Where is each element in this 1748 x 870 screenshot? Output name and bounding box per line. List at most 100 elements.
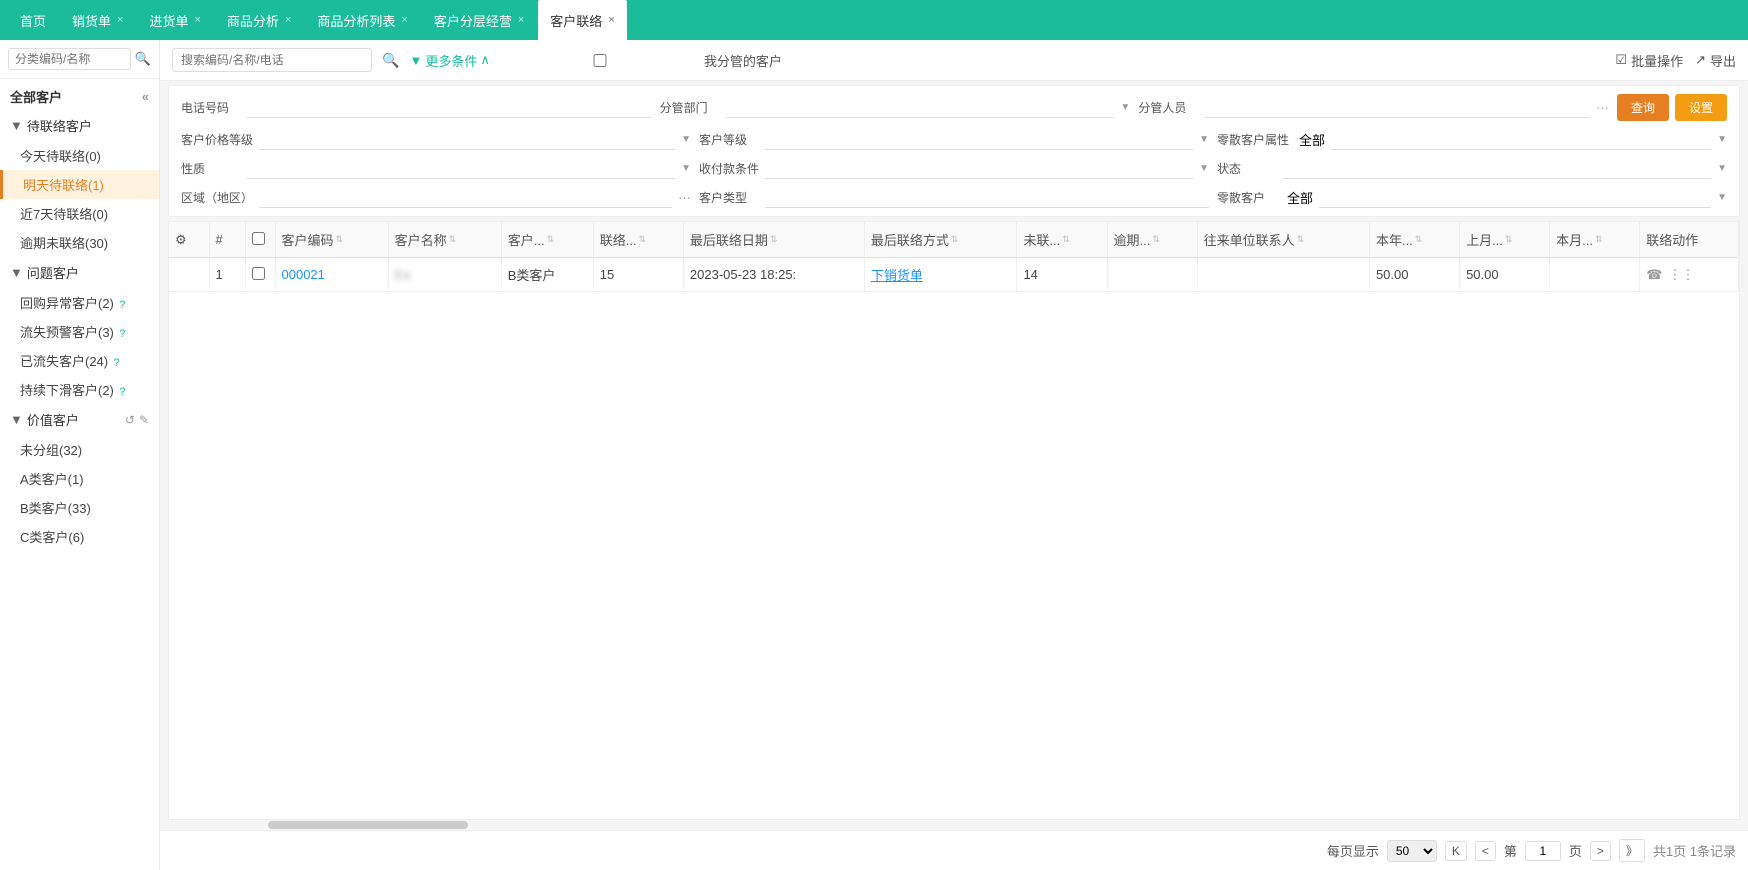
retail-attr-input[interactable] xyxy=(1331,129,1711,150)
phone-input[interactable] xyxy=(247,97,652,118)
th-this-year[interactable]: 本年... ⇅ xyxy=(1369,222,1459,258)
sort-this-month-icon[interactable]: ⇅ xyxy=(1595,234,1603,245)
nav-tab-sales[interactable]: 销货单 × xyxy=(60,0,135,40)
td-last-contact-method[interactable]: 下销货单 xyxy=(864,258,1017,292)
price-grade-input[interactable] xyxy=(259,129,675,150)
th-checkbox[interactable] xyxy=(245,222,275,258)
main-search-icon[interactable]: 🔍 xyxy=(382,52,399,69)
settings-button[interactable]: 设置 xyxy=(1675,94,1727,121)
sidebar-item-a-class[interactable]: A类客户(1) xyxy=(0,464,159,493)
nav-tab-analysis[interactable]: 商品分析 × xyxy=(215,0,303,40)
retail-dropdown-icon[interactable]: ▼ xyxy=(1717,192,1727,203)
sort-company-contact-icon[interactable]: ⇅ xyxy=(1297,234,1305,245)
sidebar-item-overdue[interactable]: 逾期未联络(30) xyxy=(0,228,159,257)
type-input[interactable] xyxy=(765,187,1209,208)
prev-page-btn[interactable]: < xyxy=(1475,841,1496,861)
value-group-header[interactable]: ▼ 价值客户 ↺ ✎ xyxy=(0,404,159,435)
dept-dropdown-icon[interactable]: ▼ xyxy=(1120,102,1130,113)
sidebar-search-input[interactable] xyxy=(8,48,131,70)
first-page-btn[interactable]: K xyxy=(1445,841,1467,861)
sidebar-item-lost[interactable]: 已流失客户(24) ? xyxy=(0,346,159,375)
status-dropdown-icon[interactable]: ▼ xyxy=(1717,163,1727,174)
sidebar-search-icon[interactable]: 🔍 xyxy=(135,51,151,67)
sidebar-item-repurchase[interactable]: 回购异常客户(2) ? xyxy=(0,288,159,317)
close-customer-contact-tab[interactable]: × xyxy=(608,14,614,26)
td-code[interactable]: 000021 xyxy=(275,258,388,292)
nav-tab-customer-layer[interactable]: 客户分层经营 × xyxy=(422,0,536,40)
sort-contact-icon[interactable]: ⇅ xyxy=(639,234,647,245)
sidebar-item-b-class[interactable]: B类客户(33) xyxy=(0,493,159,522)
sort-method-icon[interactable]: ⇅ xyxy=(951,234,959,245)
payment-input[interactable] xyxy=(765,158,1193,179)
region-dots-icon[interactable]: ··· xyxy=(678,190,691,205)
action-phone-icon[interactable]: ☎ xyxy=(1646,267,1662,283)
th-this-month[interactable]: 本月... ⇅ xyxy=(1550,222,1640,258)
th-type[interactable]: 客户... ⇅ xyxy=(501,222,593,258)
sort-date-icon[interactable]: ⇅ xyxy=(770,234,778,245)
th-last-contact-date[interactable]: 最后联络日期 ⇅ xyxy=(683,222,864,258)
th-settings[interactable]: ⚙ xyxy=(169,222,209,258)
pending-group-header[interactable]: ▼ 待联络客户 xyxy=(0,110,159,141)
collapse-icon[interactable]: « xyxy=(142,89,149,104)
per-page-select[interactable]: 50 100 200 xyxy=(1387,840,1437,862)
status-input[interactable] xyxy=(1283,158,1711,179)
sort-code-icon[interactable]: ⇅ xyxy=(336,234,344,245)
th-code[interactable]: 客户编码 ⇅ xyxy=(275,222,388,258)
th-contact[interactable]: 联络... ⇅ xyxy=(593,222,683,258)
close-sales-tab[interactable]: × xyxy=(117,14,123,26)
nav-tab-customer-contact[interactable]: 客户联络 × xyxy=(538,0,626,40)
nature-input[interactable] xyxy=(247,158,675,179)
sidebar-item-ungrouped[interactable]: 未分组(32) xyxy=(0,435,159,464)
problem-group-header[interactable]: ▼ 问题客户 xyxy=(0,257,159,288)
batch-ops-btn[interactable]: ☑ 批量操作 xyxy=(1615,51,1683,70)
table-scrollbar[interactable] xyxy=(168,820,1740,830)
scrollbar-thumb[interactable] xyxy=(268,821,468,829)
retail-attr-dropdown-icon[interactable]: ▼ xyxy=(1717,134,1727,145)
more-filters-btn[interactable]: ▼ 更多条件 ∧ xyxy=(409,51,489,70)
close-analysis-list-tab[interactable]: × xyxy=(401,14,407,26)
sidebar-item-tomorrow[interactable]: 明天待联络(1) xyxy=(0,170,159,199)
sort-type-icon[interactable]: ⇅ xyxy=(547,234,555,245)
all-customers-title[interactable]: 全部客户 « xyxy=(0,79,159,110)
sort-this-year-icon[interactable]: ⇅ xyxy=(1415,234,1423,245)
sidebar-item-7days[interactable]: 近7天待联络(0) xyxy=(0,199,159,228)
customer-grade-dropdown-icon[interactable]: ▼ xyxy=(1199,134,1209,145)
select-all-checkbox[interactable] xyxy=(252,232,265,245)
nature-dropdown-icon[interactable]: ▼ xyxy=(681,163,691,174)
sidebar-item-churn-warning[interactable]: 流失预警客户(3) ? xyxy=(0,317,159,346)
nav-tab-analysis-list[interactable]: 商品分析列表 × xyxy=(305,0,419,40)
payment-dropdown-icon[interactable]: ▼ xyxy=(1199,163,1209,174)
main-search-input[interactable] xyxy=(172,48,372,72)
th-last-contact-method[interactable]: 最后联络方式 ⇅ xyxy=(864,222,1017,258)
th-overdue[interactable]: 逾期... ⇅ xyxy=(1107,222,1197,258)
my-customers-checkbox[interactable] xyxy=(500,54,700,67)
close-customer-layer-tab[interactable]: × xyxy=(518,14,524,26)
price-grade-dropdown-icon[interactable]: ▼ xyxy=(681,134,691,145)
sort-name-icon[interactable]: ⇅ xyxy=(449,234,457,245)
nav-home[interactable]: 首页 xyxy=(8,0,58,40)
row-checkbox[interactable] xyxy=(252,267,265,280)
sidebar-item-declining[interactable]: 持续下滑客户(2) ? xyxy=(0,375,159,404)
sort-last-month-icon[interactable]: ⇅ xyxy=(1505,234,1513,245)
edit-icon[interactable]: ✎ xyxy=(139,413,149,427)
last-page-btn[interactable]: 》 xyxy=(1619,839,1645,862)
th-last-month[interactable]: 上月... ⇅ xyxy=(1460,222,1550,258)
close-analysis-tab[interactable]: × xyxy=(285,14,291,26)
sidebar-item-today[interactable]: 今天待联络(0) xyxy=(0,141,159,170)
export-btn[interactable]: ↗ 导出 xyxy=(1695,51,1736,70)
page-input[interactable] xyxy=(1525,841,1561,861)
customer-grade-input[interactable] xyxy=(765,129,1193,150)
nav-tab-purchase[interactable]: 进货单 × xyxy=(137,0,212,40)
person-dots-icon[interactable]: ··· xyxy=(1596,100,1609,115)
sort-overdue-icon[interactable]: ⇅ xyxy=(1152,234,1160,245)
action-more-icon[interactable]: ⋮⋮ xyxy=(1668,267,1694,283)
th-not-contacted[interactable]: 未联... ⇅ xyxy=(1017,222,1107,258)
retail-input[interactable] xyxy=(1319,187,1711,208)
close-purchase-tab[interactable]: × xyxy=(194,14,200,26)
th-name[interactable]: 客户名称 ⇅ xyxy=(388,222,501,258)
sort-not-contacted-icon[interactable]: ⇅ xyxy=(1062,234,1070,245)
th-company-contact[interactable]: 往来单位联系人 ⇅ xyxy=(1197,222,1369,258)
next-page-btn[interactable]: > xyxy=(1590,841,1611,861)
region-input[interactable] xyxy=(259,187,672,208)
person-input[interactable] xyxy=(1204,97,1590,118)
